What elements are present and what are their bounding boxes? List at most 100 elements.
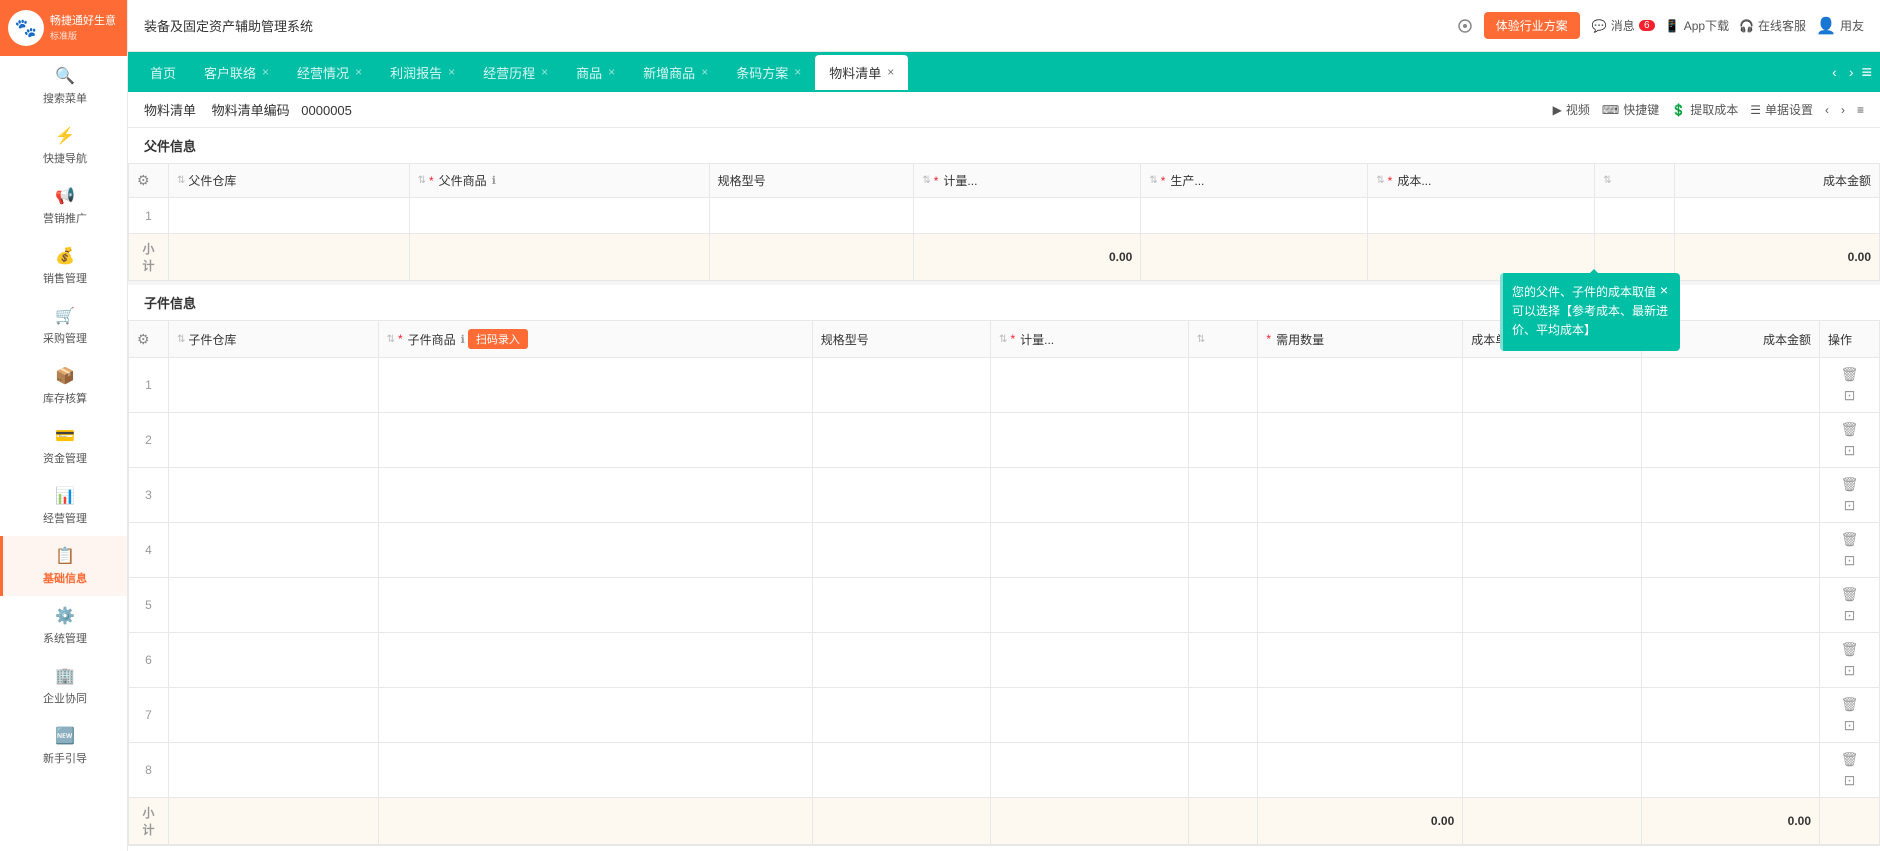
child-unit-price-cell[interactable]: [1463, 578, 1641, 633]
child-spec-cell[interactable]: [812, 743, 990, 798]
child-unit-price-cell[interactable]: [1463, 468, 1641, 523]
delete-button[interactable]: 🗑: [1838, 694, 1862, 715]
child-extra-cell[interactable]: [1188, 468, 1258, 523]
child-extra-cell[interactable]: [1188, 633, 1258, 688]
copy-button[interactable]: ⊡: [1841, 495, 1859, 516]
child-quantity-cell[interactable]: [1258, 358, 1463, 413]
delete-button[interactable]: 🗑: [1838, 529, 1862, 550]
tab-prev-button[interactable]: ‹: [1828, 60, 1841, 84]
child-warehouse-cell[interactable]: [169, 468, 379, 523]
delete-button[interactable]: 🗑: [1838, 474, 1862, 495]
child-extra-cell[interactable]: [1188, 578, 1258, 633]
child-warehouse-cell[interactable]: [169, 743, 379, 798]
child-extra-cell[interactable]: [1188, 413, 1258, 468]
child-goods-cell[interactable]: [378, 358, 812, 413]
child-unit-cell[interactable]: [991, 633, 1189, 688]
copy-button[interactable]: ⊡: [1841, 550, 1859, 571]
copy-button[interactable]: ⊡: [1841, 660, 1859, 681]
tab-history[interactable]: 经营历程 ×: [469, 55, 562, 90]
child-warehouse-cell[interactable]: [169, 578, 379, 633]
app-download-button[interactable]: 📱 App下载: [1665, 17, 1729, 34]
child-unit-cell[interactable]: [991, 743, 1189, 798]
parent-spec-cell[interactable]: [709, 198, 914, 234]
child-unit-cell[interactable]: [991, 578, 1189, 633]
child-unit-price-cell[interactable]: [1463, 743, 1641, 798]
tooltip-close-button[interactable]: ×: [1660, 283, 1668, 297]
child-quantity-cell[interactable]: [1258, 468, 1463, 523]
child-quantity-cell[interactable]: [1258, 413, 1463, 468]
child-unit-cell[interactable]: [991, 358, 1189, 413]
message-button[interactable]: 💬 消息 6: [1592, 17, 1655, 34]
child-unit-cell[interactable]: [991, 413, 1189, 468]
child-quantity-cell[interactable]: [1258, 688, 1463, 743]
trial-button[interactable]: 体验行业方案: [1484, 12, 1580, 39]
child-warehouse-cell[interactable]: [169, 523, 379, 578]
scan-button[interactable]: 扫码录入: [468, 329, 528, 349]
child-warehouse-cell[interactable]: [169, 413, 379, 468]
tab-history-close[interactable]: ×: [541, 65, 548, 79]
sidebar-item-marketing[interactable]: 📢 营销推广: [0, 176, 127, 236]
child-spec-cell[interactable]: [812, 413, 990, 468]
child-extra-cell[interactable]: [1188, 523, 1258, 578]
tab-barcode-close[interactable]: ×: [794, 65, 801, 79]
sidebar-item-operations[interactable]: 📊 经营管理: [0, 476, 127, 536]
parent-warehouse-cell[interactable]: [169, 198, 410, 234]
child-unit-price-cell[interactable]: [1463, 523, 1641, 578]
parent-unit-cell[interactable]: [914, 198, 1141, 234]
layout-button[interactable]: ≡: [1857, 103, 1864, 117]
copy-button[interactable]: ⊡: [1841, 385, 1859, 406]
child-unit-price-cell[interactable]: [1463, 688, 1641, 743]
child-spec-cell[interactable]: [812, 468, 990, 523]
child-goods-cell[interactable]: [378, 523, 812, 578]
sidebar-item-sales[interactable]: 💰 销售管理: [0, 236, 127, 296]
copy-button[interactable]: ⊡: [1841, 605, 1859, 626]
sidebar-item-basic-info[interactable]: 📋 基础信息: [0, 536, 127, 596]
user-info[interactable]: 👤 用友: [1816, 16, 1864, 36]
child-goods-cell[interactable]: [378, 633, 812, 688]
child-unit-cell[interactable]: [991, 688, 1189, 743]
sidebar-item-purchase[interactable]: 🛒 采购管理: [0, 296, 127, 356]
sidebar-item-enterprise[interactable]: 🏢 企业协同: [0, 656, 127, 716]
child-spec-cell[interactable]: [812, 358, 990, 413]
copy-button[interactable]: ⊡: [1841, 715, 1859, 736]
tab-new-goods-close[interactable]: ×: [701, 65, 708, 79]
delete-button[interactable]: 🗑: [1838, 584, 1862, 605]
sidebar-item-system[interactable]: ⚙️ 系统管理: [0, 596, 127, 656]
tab-bom-close[interactable]: ×: [887, 65, 894, 79]
copy-button[interactable]: ⊡: [1841, 770, 1859, 791]
settings-button[interactable]: ☰ 单据设置: [1750, 101, 1813, 118]
sidebar-item-search[interactable]: 🔍 搜索菜单: [0, 56, 127, 116]
child-gear-icon[interactable]: ⚙: [137, 331, 150, 347]
nav-next-button[interactable]: ›: [1841, 103, 1845, 117]
child-unit-price-cell[interactable]: [1463, 358, 1641, 413]
child-warehouse-cell[interactable]: [169, 633, 379, 688]
view-video-button[interactable]: ▶ 视频: [1553, 101, 1590, 118]
child-goods-cell[interactable]: [378, 468, 812, 523]
child-quantity-cell[interactable]: [1258, 523, 1463, 578]
parent-gear-icon[interactable]: ⚙: [137, 172, 150, 188]
tab-operations-close[interactable]: ×: [355, 65, 362, 79]
tab-customer-close[interactable]: ×: [262, 65, 269, 79]
sidebar-item-quick-nav[interactable]: ⚡ 快捷导航: [0, 116, 127, 176]
tab-goods-close[interactable]: ×: [608, 65, 615, 79]
tab-profit[interactable]: 利润报告 ×: [376, 55, 469, 90]
delete-button[interactable]: 🗑: [1838, 639, 1862, 660]
child-unit-cell[interactable]: [991, 523, 1189, 578]
child-goods-cell[interactable]: [378, 413, 812, 468]
child-unit-price-cell[interactable]: [1463, 633, 1641, 688]
tab-new-goods[interactable]: 新增商品 ×: [629, 55, 722, 90]
child-goods-cell[interactable]: [378, 743, 812, 798]
child-goods-cell[interactable]: [378, 578, 812, 633]
delete-button[interactable]: 🗑: [1838, 749, 1862, 770]
child-extra-cell[interactable]: [1188, 688, 1258, 743]
child-unit-price-cell[interactable]: [1463, 413, 1641, 468]
tab-close-all-button[interactable]: ≡: [1861, 62, 1872, 83]
child-spec-cell[interactable]: [812, 523, 990, 578]
delete-button[interactable]: 🗑: [1838, 419, 1862, 440]
child-spec-cell[interactable]: [812, 688, 990, 743]
parent-goods-cell[interactable]: [409, 198, 709, 234]
tab-customer[interactable]: 客户联络 ×: [190, 55, 283, 90]
nav-prev-button[interactable]: ‹: [1825, 103, 1829, 117]
child-warehouse-cell[interactable]: [169, 358, 379, 413]
parent-production-cell[interactable]: [1141, 198, 1368, 234]
